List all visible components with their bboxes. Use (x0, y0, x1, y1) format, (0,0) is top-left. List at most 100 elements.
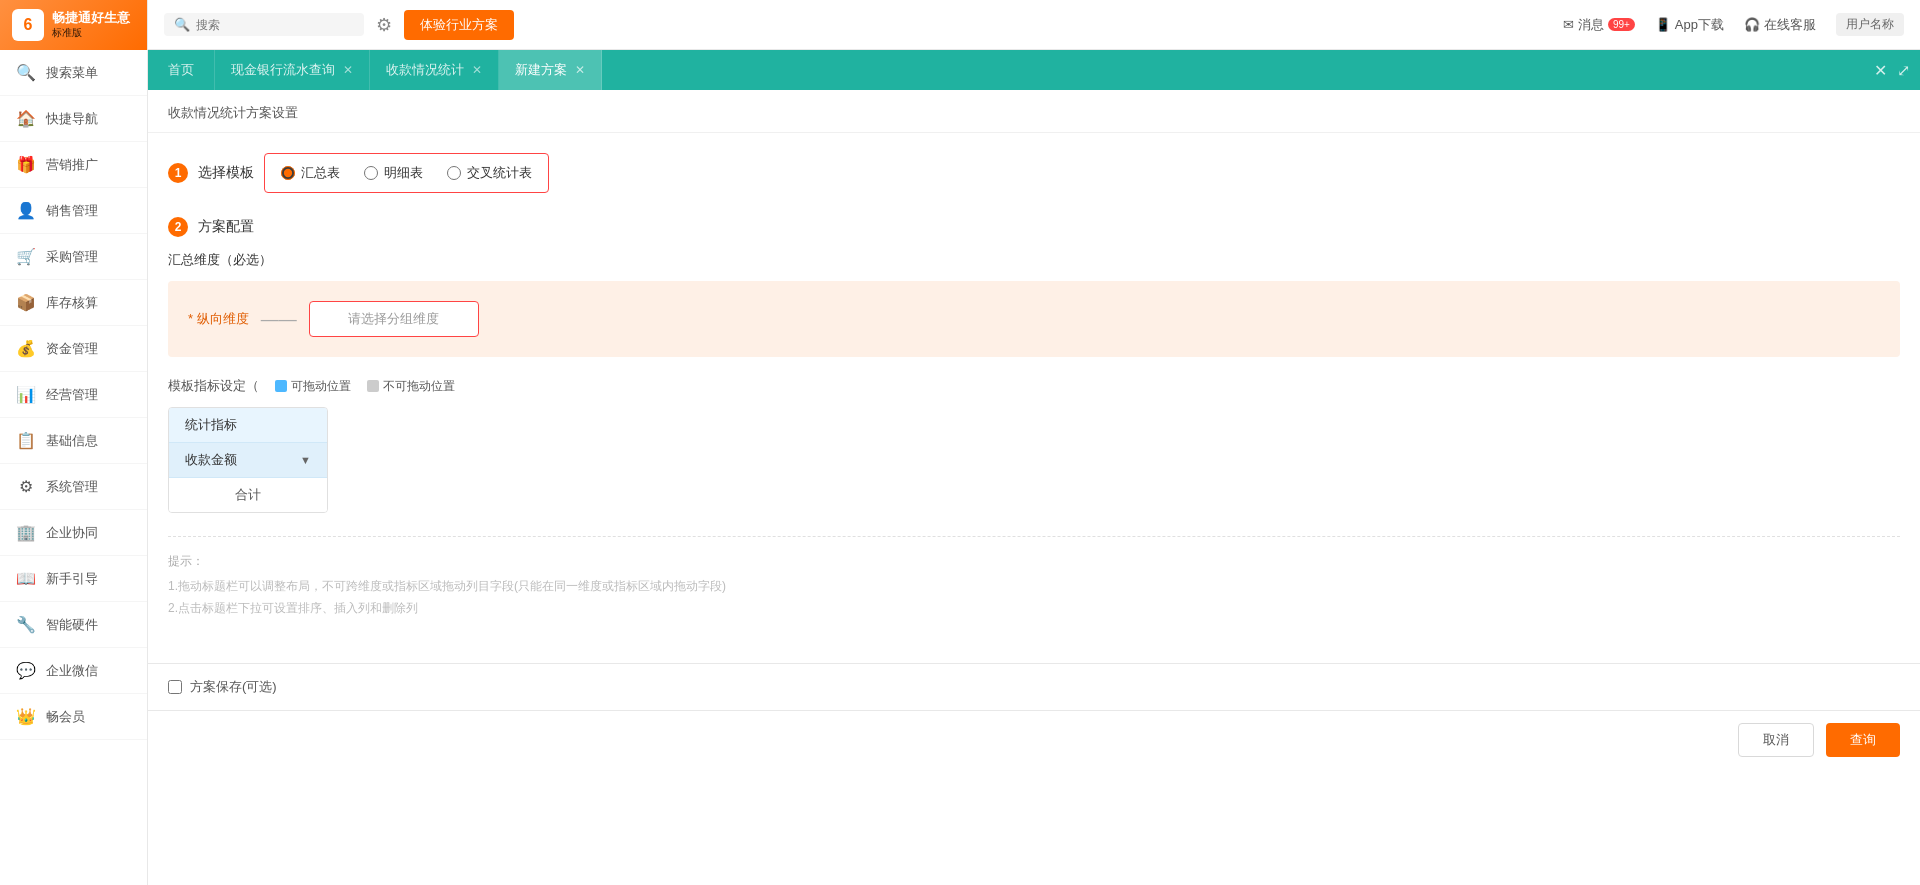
close-window-icon[interactable]: ✕ (1874, 61, 1887, 80)
metrics-table-header[interactable]: 统计指标 (169, 408, 327, 443)
sidebar-item-label: 企业协同 (46, 524, 98, 542)
tab-home[interactable]: 首页 (148, 50, 215, 90)
search-icon: 🔍 (16, 63, 36, 82)
template-option-cross[interactable]: 交叉统计表 (447, 164, 532, 182)
metrics-col-header[interactable]: 收款金额 ▼ (169, 443, 327, 478)
chevron-down-icon[interactable]: ▼ (300, 454, 311, 466)
tip-line-2: 2.点击标题栏下拉可设置排序、插入列和删除列 (168, 598, 1900, 620)
tab-home-label: 首页 (168, 61, 194, 79)
topbar: 🔍 ⚙ 体验行业方案 ✉ 消息 99+ 📱 App下载 🎧 在线客服 用户名称 (148, 0, 1920, 50)
tab-bank-flow-close[interactable]: ✕ (343, 63, 353, 77)
user-info[interactable]: 用户名称 (1836, 13, 1904, 36)
save-plan-label: 方案保存(可选) (190, 678, 277, 696)
sidebar-item-hardware[interactable]: 🔧 智能硬件 (0, 602, 147, 648)
page-body: 1 选择模板 汇总表 明细表 交叉统计表 (148, 133, 1920, 663)
chart-icon: 📊 (16, 385, 36, 404)
tab-bank-flow-label: 现金银行流水查询 (231, 61, 335, 79)
non-draggable-label: 不可拖动位置 (383, 378, 455, 395)
section2-header: 2 方案配置 (168, 217, 1900, 237)
topbar-right: ✉ 消息 99+ 📱 App下载 🎧 在线客服 用户名称 (1563, 13, 1904, 36)
sidebar-item-wechat[interactable]: 💬 企业微信 (0, 648, 147, 694)
sidebar-item-guide[interactable]: 📖 新手引导 (0, 556, 147, 602)
template-label-summary: 汇总表 (301, 164, 340, 182)
sidebar-item-label: 经营管理 (46, 386, 98, 404)
money-icon: 💰 (16, 339, 36, 358)
logo-text: 畅捷通好生意 (52, 10, 130, 27)
sidebar-item-member[interactable]: 👑 畅会员 (0, 694, 147, 740)
template-radio-detail[interactable] (364, 166, 378, 180)
sidebar-item-system[interactable]: ⚙ 系统管理 (0, 464, 147, 510)
tab-collection-stat[interactable]: 收款情况统计 ✕ (370, 50, 499, 90)
tabbar-actions: ✕ ⤢ (1874, 50, 1920, 90)
query-button[interactable]: 查询 (1826, 723, 1900, 757)
building-icon: 🏢 (16, 523, 36, 542)
dimension-placeholder: 请选择分组维度 (348, 311, 439, 326)
crown-icon: 👑 (16, 707, 36, 726)
topbar-search-box[interactable]: 🔍 (164, 13, 364, 36)
tabbar: 首页 现金银行流水查询 ✕ 收款情况统计 ✕ 新建方案 ✕ ✕ ⤢ (148, 50, 1920, 90)
dimension-section-title: 汇总维度（必选） (168, 251, 1900, 269)
notification-btn[interactable]: ✉ 消息 99+ (1563, 16, 1635, 34)
tab-collection-stat-close[interactable]: ✕ (472, 63, 482, 77)
section-template: 1 选择模板 汇总表 明细表 交叉统计表 (168, 153, 1900, 193)
sidebar-item-purchase[interactable]: 🛒 采购管理 (0, 234, 147, 280)
maximize-icon[interactable]: ⤢ (1897, 61, 1910, 80)
page-title: 收款情况统计方案设置 (168, 105, 298, 120)
user-icon: 👤 (16, 201, 36, 220)
settings-icon[interactable]: ⚙ (376, 14, 392, 36)
search-input[interactable] (196, 18, 346, 32)
save-plan-checkbox[interactable] (168, 680, 182, 694)
tab-new-plan-close[interactable]: ✕ (575, 63, 585, 77)
sidebar-item-enterprise[interactable]: 🏢 企业协同 (0, 510, 147, 556)
draggable-label: 可拖动位置 (291, 378, 351, 395)
tab-bank-flow[interactable]: 现金银行流水查询 ✕ (215, 50, 370, 90)
section2-title: 方案配置 (198, 218, 254, 236)
gift-icon: 🎁 (16, 155, 36, 174)
metrics-row-total: 合计 (169, 478, 327, 512)
sidebar-item-sales[interactable]: 👤 销售管理 (0, 188, 147, 234)
book-icon: 📖 (16, 569, 36, 588)
sidebar-item-label: 库存核算 (46, 294, 98, 312)
metrics-group-title: 统计指标 (185, 416, 237, 434)
tab-new-plan[interactable]: 新建方案 ✕ (499, 50, 602, 90)
logo-icon: 6 (12, 9, 44, 41)
dimension-row: * 纵向维度 —— 请选择分组维度 (188, 301, 1880, 337)
chat-icon: 💬 (16, 661, 36, 680)
notification-badge: 99+ (1608, 18, 1635, 31)
arrow-icon: —— (261, 309, 297, 330)
metrics-row-label: 合计 (235, 487, 261, 502)
sidebar-item-label: 智能硬件 (46, 616, 98, 634)
app-download-btn[interactable]: 📱 App下载 (1655, 16, 1724, 34)
sidebar-item-search-menu[interactable]: 🔍 搜索菜单 (0, 50, 147, 96)
sidebar-item-marketing[interactable]: 🎁 营销推广 (0, 142, 147, 188)
template-label-cross: 交叉统计表 (467, 164, 532, 182)
draggable-dot-blue (275, 380, 287, 392)
template-select-box: 汇总表 明细表 交叉统计表 (264, 153, 549, 193)
sidebar-item-label: 快捷导航 (46, 110, 98, 128)
home-icon: 🏠 (16, 109, 36, 128)
cancel-button[interactable]: 取消 (1738, 723, 1814, 757)
dimension-select-box[interactable]: 请选择分组维度 (309, 301, 479, 337)
sidebar-item-quick-nav[interactable]: 🏠 快捷导航 (0, 96, 147, 142)
sidebar-item-label: 营销推广 (46, 156, 98, 174)
section1-title: 选择模板 (198, 164, 254, 182)
template-radio-summary[interactable] (281, 166, 295, 180)
sidebar-item-label: 畅会员 (46, 708, 85, 726)
metrics-table: 统计指标 收款金额 ▼ 合计 (168, 407, 328, 513)
tip-line-1: 1.拖动标题栏可以调整布局，不可跨维度或指标区域拖动列目字段(只能在同一维度或指… (168, 576, 1900, 598)
download-label: App下载 (1675, 16, 1724, 34)
logo-version: 标准版 (52, 26, 130, 40)
sidebar-item-operation[interactable]: 📊 经营管理 (0, 372, 147, 418)
trial-button[interactable]: 体验行业方案 (404, 10, 514, 40)
sidebar-item-basic-info[interactable]: 📋 基础信息 (0, 418, 147, 464)
search-icon: 🔍 (174, 17, 190, 32)
section2-num: 2 (168, 217, 188, 237)
online-service-btn[interactable]: 🎧 在线客服 (1744, 16, 1816, 34)
template-option-detail[interactable]: 明细表 (364, 164, 423, 182)
section1-header: 1 选择模板 汇总表 明细表 交叉统计表 (168, 153, 1900, 193)
template-option-summary[interactable]: 汇总表 (281, 164, 340, 182)
gear-icon: ⚙ (16, 477, 36, 496)
template-radio-cross[interactable] (447, 166, 461, 180)
sidebar-item-inventory[interactable]: 📦 库存核算 (0, 280, 147, 326)
sidebar-item-finance[interactable]: 💰 资金管理 (0, 326, 147, 372)
